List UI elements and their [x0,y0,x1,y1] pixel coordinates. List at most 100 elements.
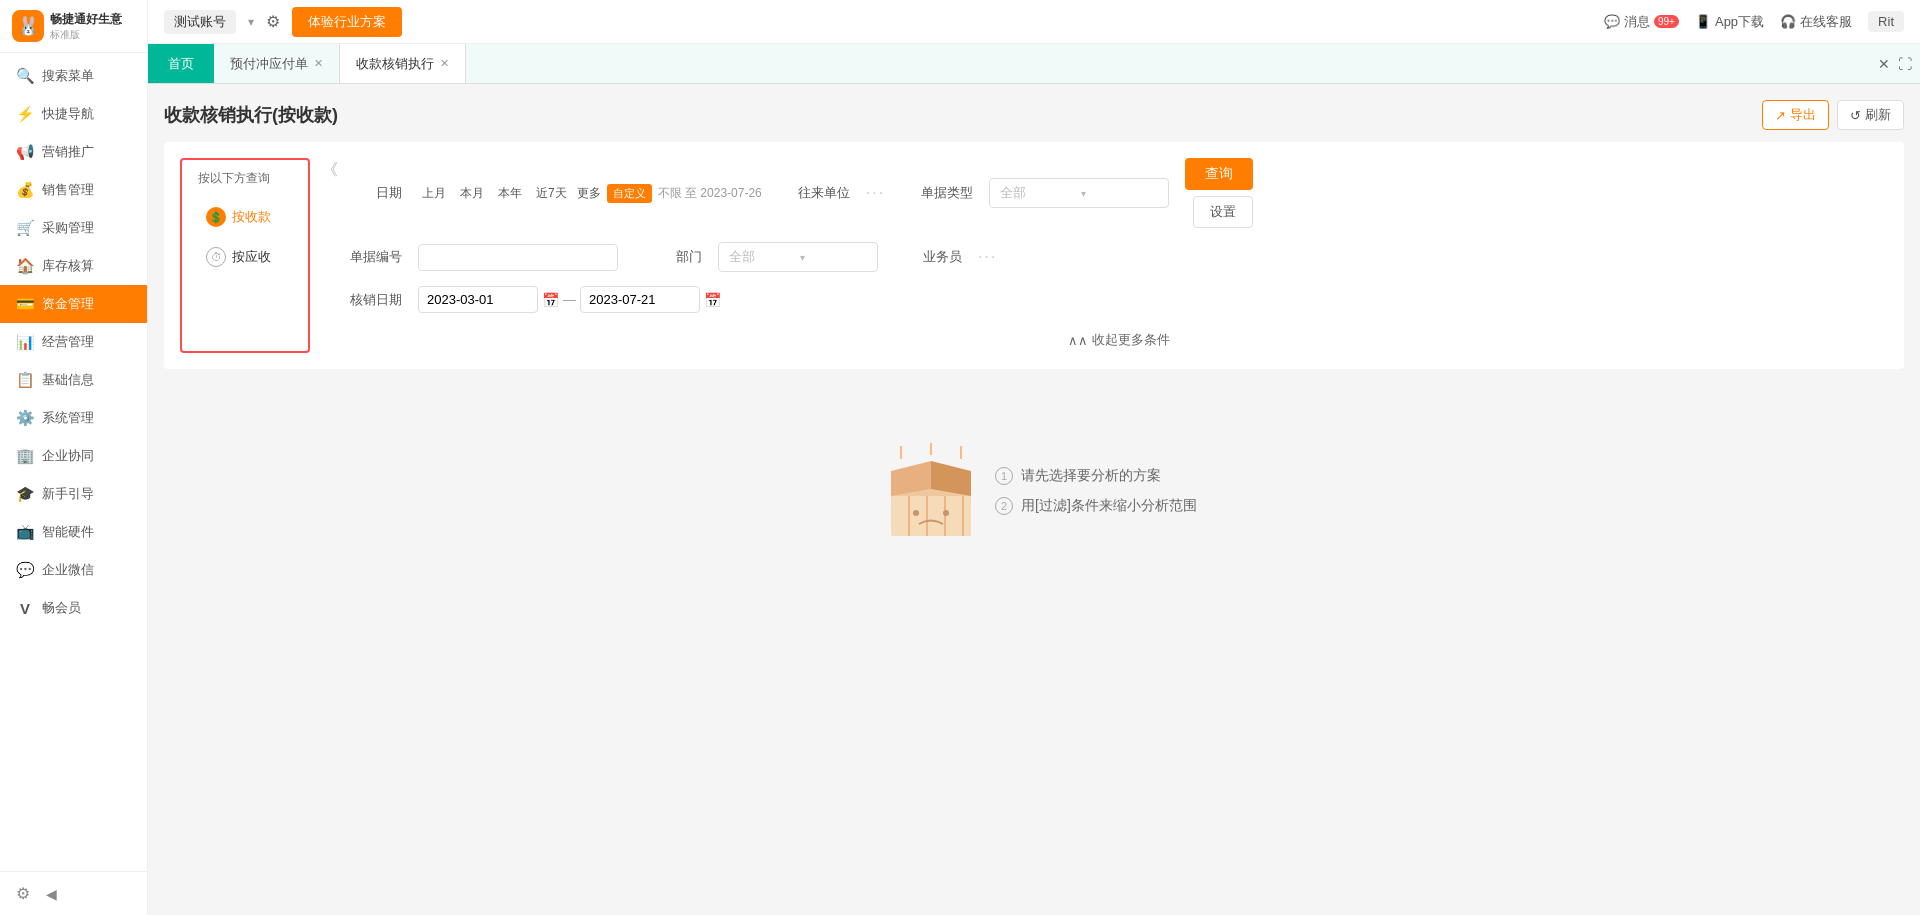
bill-type-select[interactable]: 全部 ▾ [989,178,1169,208]
topbar-username: 测试账号 [164,10,236,34]
sidebar-item-business[interactable]: 📊 经营管理 [0,323,147,361]
sidebar-logo: 🐰 畅捷通好生意 标准版 [0,0,147,53]
topbar-service[interactable]: 🎧 在线客服 [1780,13,1852,31]
dept-label: 部门 [650,248,702,266]
bill-type-label: 单据类型 [921,184,973,202]
topbar-msg[interactable]: 💬 消息 99+ [1604,13,1679,31]
refresh-button[interactable]: ↺ 刷新 [1837,100,1904,130]
refresh-icon: ↺ [1850,108,1861,123]
sidebar-item-inventory[interactable]: 🏠 库存核算 [0,247,147,285]
tab-expand-icon[interactable]: ⛶ [1898,56,1912,72]
date-7days[interactable]: 近7天 [532,183,571,204]
bill-type-chevron-icon: ▾ [1081,188,1158,199]
verify-date-end-calendar-icon[interactable]: 📅 [704,292,721,308]
sidebar-item-search[interactable]: 🔍 搜索菜单 [0,57,147,95]
step2-num: 2 [995,497,1013,515]
finance-icon: 💳 [16,295,34,313]
tab-home[interactable]: 首页 [148,44,214,83]
date-prev-month[interactable]: 上月 [418,183,450,204]
sidebar-item-basicinfo[interactable]: 📋 基础信息 [0,361,147,399]
marketing-icon: 📢 [16,143,34,161]
purchase-icon: 🛒 [16,219,34,237]
bill-no-input[interactable] [418,244,618,271]
empty-step-1: 1 请先选择要分析的方案 [995,467,1197,485]
sidebar-item-purchase[interactable]: 🛒 采购管理 [0,209,147,247]
msg-icon: 💬 [1604,14,1620,29]
tabbar: 首页 预付冲应付单 ✕ 收款核销执行 ✕ ✕ ⛶ [148,44,1920,84]
staff-label: 业务员 [910,248,962,266]
topbar-app-download[interactable]: 📱 App下载 [1695,13,1764,31]
sidebar-item-sales[interactable]: 💰 销售管理 [0,171,147,209]
query-button[interactable]: 查询 [1185,158,1253,190]
filter-by-receivable[interactable]: ⏱ 按应收 [198,243,292,271]
verify-date-end-input[interactable] [580,286,700,313]
sidebar-item-quick[interactable]: ⚡ 快捷导航 [0,95,147,133]
date-this-month[interactable]: 本月 [456,183,488,204]
search-menu-icon: 🔍 [16,67,34,85]
empty-text: 1 请先选择要分析的方案 2 用[过滤]条件来缩小分析范围 [995,467,1197,515]
tab-receipt-close-icon[interactable]: ✕ [440,57,449,70]
filter-title: 按以下方查询 [198,170,292,187]
solution-button[interactable]: 体验行业方案 [292,7,402,37]
sidebar: 🐰 畅捷通好生意 标准版 🔍 搜索菜单 ⚡ 快捷导航 📢 营销推广 💰 销售管理… [0,0,148,915]
tab-prepay[interactable]: 预付冲应付单 ✕ [214,44,340,83]
collapse-icon: ∧∧ [1068,333,1088,348]
partner-selector[interactable]: ··· [866,184,885,202]
svg-rect-1 [891,496,971,536]
sidebar-item-enterprise[interactable]: 🏢 企业协同 [0,437,147,475]
by-receipt-icon: 💲 [206,207,226,227]
topbar: 测试账号 ▾ ⚙ 体验行业方案 💬 消息 99+ 📱 App下载 🎧 在线客服 … [148,0,1920,44]
logo-icon: 🐰 [12,10,44,42]
guide-icon: 🎓 [16,485,34,503]
partner-label: 往来单位 [798,184,850,202]
collapse-more-conditions[interactable]: ∧∧ 收起更多条件 [350,327,1888,353]
filter-collapse-button[interactable]: 《 [322,160,338,181]
sidebar-item-marketing[interactable]: 📢 营销推广 [0,133,147,171]
bill-no-label: 单据编号 [350,248,402,266]
sidebar-item-member[interactable]: V 畅会员 [0,589,147,627]
service-icon: 🎧 [1780,14,1796,29]
page-header: 收款核销执行(按收款) ↗ 导出 ↺ 刷新 [164,100,1904,130]
sidebar-item-wechat[interactable]: 💬 企业微信 [0,551,147,589]
staff-selector[interactable]: ··· [978,248,997,266]
export-button[interactable]: ↗ 导出 [1762,100,1829,130]
empty-state: 1 请先选择要分析的方案 2 用[过滤]条件来缩小分析范围 [164,381,1904,601]
sidebar-item-system[interactable]: ⚙️ 系统管理 [0,399,147,437]
tab-close-all-icon[interactable]: ✕ [1878,56,1890,72]
sidebar-item-hardware[interactable]: 📺 智能硬件 [0,513,147,551]
verify-date-start-calendar-icon[interactable]: 📅 [542,292,559,308]
filter-row-2: 单据编号 部门 全部 ▾ 业务员 ··· [350,242,1888,272]
app-icon: 📱 [1695,14,1711,29]
date-this-year[interactable]: 本年 [494,183,526,204]
filter-row-3: 核销日期 📅 — 📅 [350,286,1888,313]
collapse-sidebar-icon[interactable]: ◀ [46,886,57,902]
msg-badge: 99+ [1654,15,1679,28]
topbar-chevron-icon[interactable]: ▾ [248,15,254,29]
tab-prepay-close-icon[interactable]: ✕ [314,57,323,70]
step1-num: 1 [995,467,1013,485]
empty-step-2: 2 用[过滤]条件来缩小分析范围 [995,497,1197,515]
filter-left-panel: 按以下方查询 💲 按收款 ⏱ 按应收 [180,158,310,353]
date-custom[interactable]: 自定义 [607,184,652,203]
settings-icon[interactable]: ⚙ [16,884,30,903]
setting-button[interactable]: 设置 [1193,196,1253,228]
filter-card: 按以下方查询 💲 按收款 ⏱ 按应收 《 日期 上月 [164,142,1904,369]
dept-select[interactable]: 全部 ▾ [718,242,878,272]
date-more[interactable]: 更多 [577,185,601,202]
sales-icon: 💰 [16,181,34,199]
empty-illustration [871,441,971,541]
quick-nav-icon: ⚡ [16,105,34,123]
verify-date-start-input[interactable] [418,286,538,313]
enterprise-icon: 🏢 [16,447,34,465]
sidebar-item-guide[interactable]: 🎓 新手引导 [0,475,147,513]
tabbar-right: ✕ ⛶ [1878,56,1920,72]
svg-point-7 [943,510,949,516]
tab-receipt[interactable]: 收款核销执行 ✕ [340,44,466,83]
svg-point-6 [913,510,919,516]
page-actions: ↗ 导出 ↺ 刷新 [1762,100,1904,130]
sidebar-item-finance[interactable]: 💳 资金管理 [0,285,147,323]
verify-date-group: 📅 — 📅 [418,286,721,313]
topbar-gear-icon[interactable]: ⚙ [266,12,280,31]
system-icon: ⚙️ [16,409,34,427]
filter-by-receipt[interactable]: 💲 按收款 [198,203,292,231]
